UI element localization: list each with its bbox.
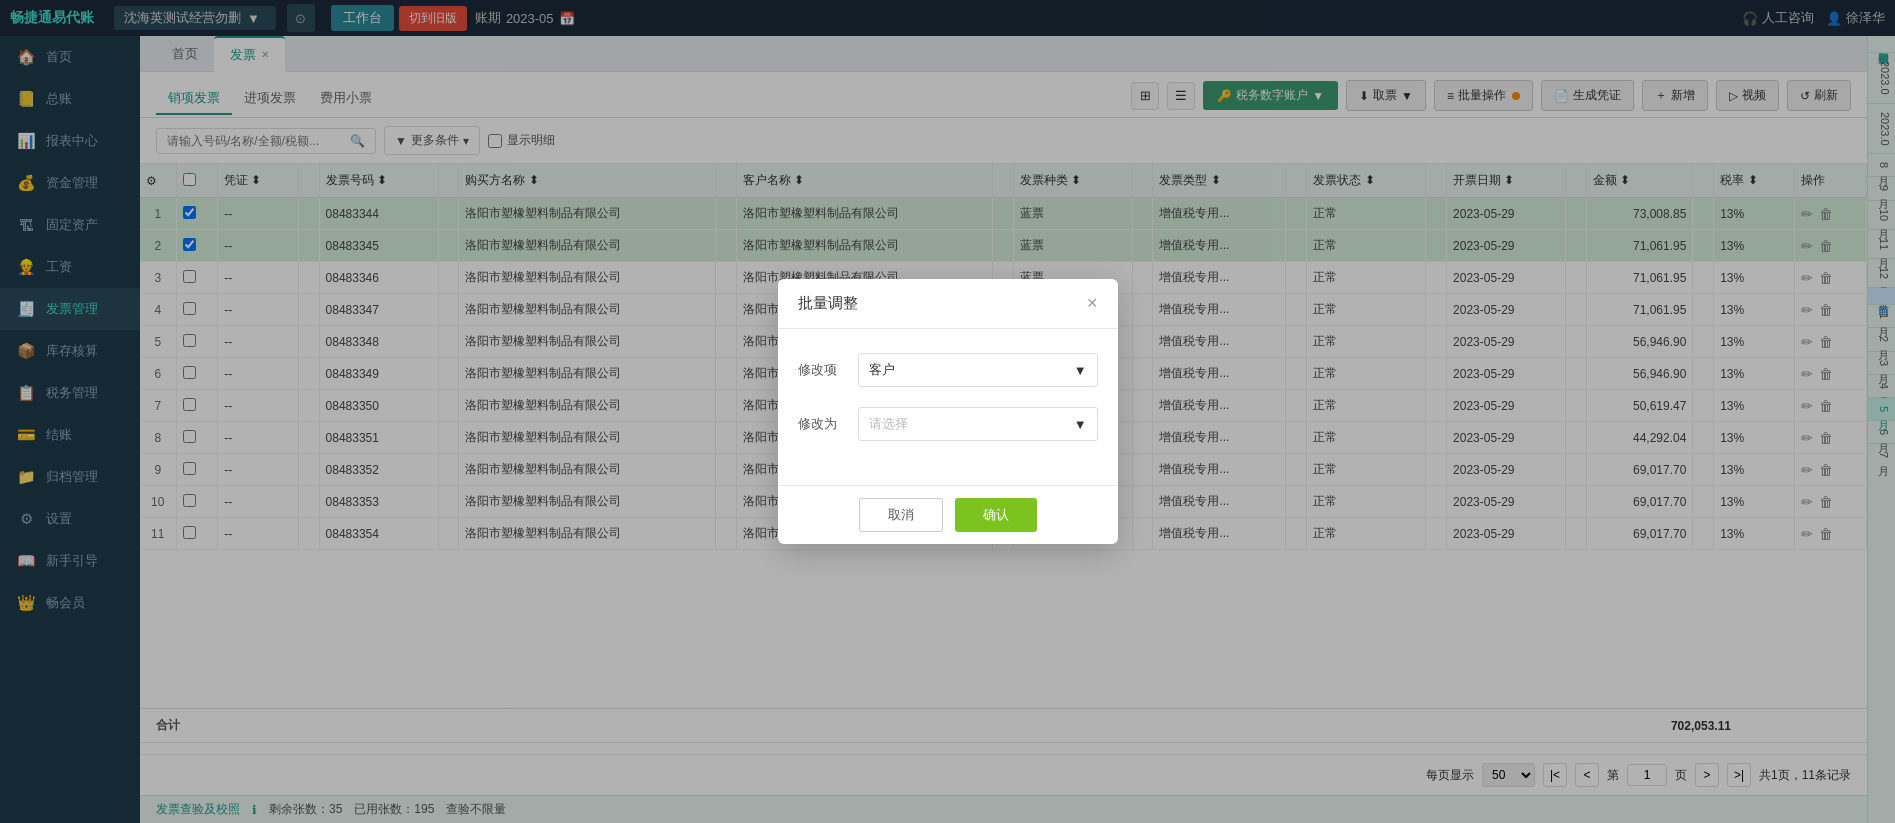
- modal-value-label: 修改为: [798, 415, 858, 433]
- modal-value-placeholder: 请选择: [869, 415, 908, 433]
- modal-close-button[interactable]: ×: [1087, 293, 1098, 314]
- modal-confirm-button[interactable]: 确认: [955, 498, 1037, 532]
- modal-field-value: 客户: [869, 361, 895, 379]
- modal-cancel-button[interactable]: 取消: [859, 498, 943, 532]
- modal-value-select[interactable]: 请选择 ▼: [858, 407, 1098, 441]
- modal-value-dropdown-icon: ▼: [1074, 417, 1087, 432]
- modal-field-row: 修改项 客户 ▼: [798, 353, 1098, 387]
- modal-header: 批量调整 ×: [778, 279, 1118, 329]
- modal-value-row: 修改为 请选择 ▼: [798, 407, 1098, 441]
- modal-title: 批量调整: [798, 294, 858, 313]
- modal-field-label: 修改项: [798, 361, 858, 379]
- modal-field-select[interactable]: 客户 ▼: [858, 353, 1098, 387]
- modal-overlay[interactable]: 批量调整 × 修改项 客户 ▼ 修改为 请选择 ▼ 取消 确认: [0, 0, 1895, 823]
- modal-field-dropdown-icon: ▼: [1074, 363, 1087, 378]
- modal-body: 修改项 客户 ▼ 修改为 请选择 ▼: [778, 329, 1118, 485]
- batch-adjust-modal: 批量调整 × 修改项 客户 ▼ 修改为 请选择 ▼ 取消 确认: [778, 279, 1118, 544]
- modal-footer: 取消 确认: [778, 485, 1118, 544]
